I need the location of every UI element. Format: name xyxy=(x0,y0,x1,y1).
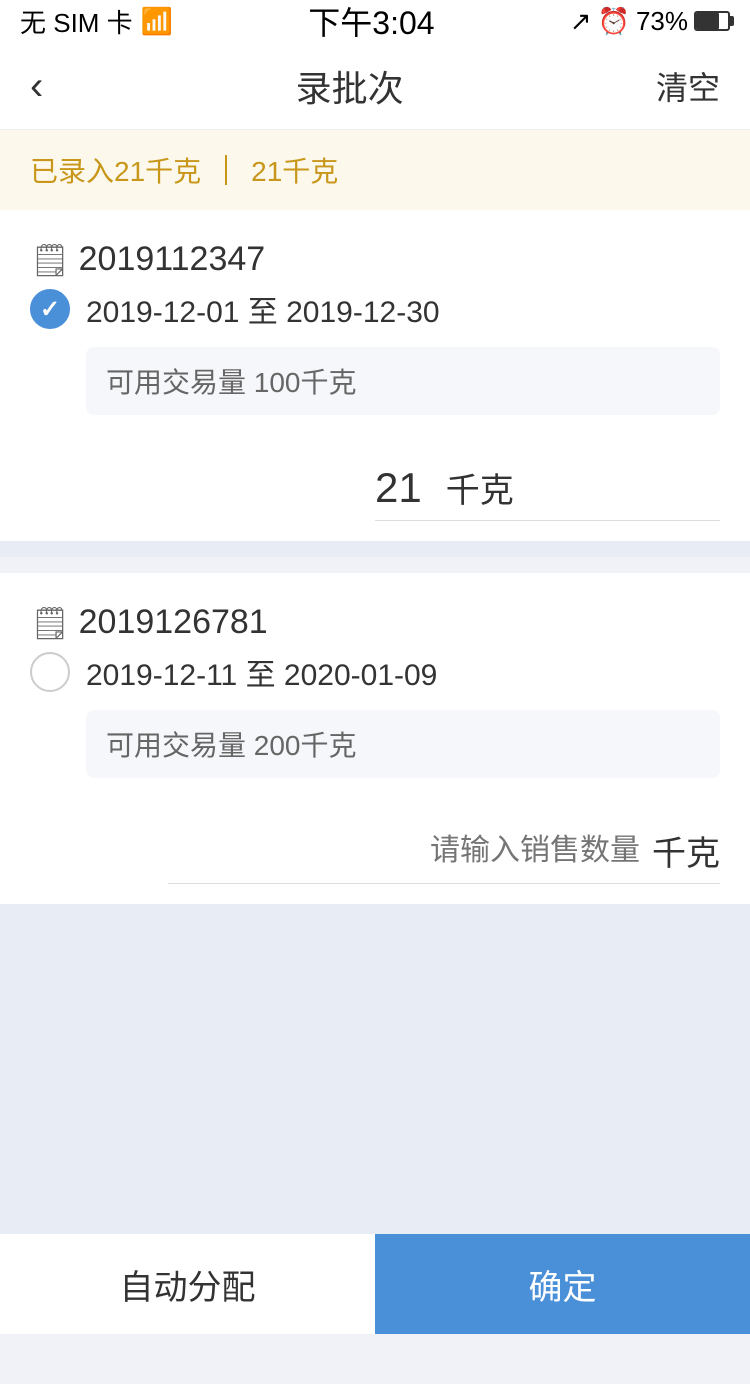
batch2-radio[interactable] xyxy=(30,652,70,692)
batch2-card: 🗒 2019126781 2019-12-11 至 2020-01-09 可用交… xyxy=(0,573,750,808)
batch1-id-row: 🗒 2019112347 xyxy=(30,240,720,279)
batch1-qty-value: 21 xyxy=(375,464,422,512)
status-bar: 无 SIM 卡 📶 下午3:04 ↗ ⏰ 73% xyxy=(0,0,750,42)
bottom-bar: 自动分配 确定 xyxy=(0,1234,750,1334)
batch2-id: 2019126781 xyxy=(79,603,268,642)
batch1-icon: 🗒 xyxy=(30,241,71,279)
batch1-date: 2019-12-01 至 2019-12-30 xyxy=(86,287,440,331)
nav-bar: ‹ 录批次 清空 xyxy=(0,42,750,130)
time-display: 下午3:04 xyxy=(308,0,434,44)
back-button[interactable]: ‹ xyxy=(30,66,43,106)
card-divider xyxy=(0,541,750,557)
batch2-icon: 🗒 xyxy=(30,604,71,642)
summary-recorded: 已录入21千克 xyxy=(30,150,201,190)
page-title: 录批次 xyxy=(296,60,404,112)
batch1-available: 可用交易量 100千克 xyxy=(86,347,720,415)
confirm-button[interactable]: 确定 xyxy=(375,1234,750,1334)
batch2-input-row: 千克 xyxy=(0,808,750,904)
batch1-card: 🗒 2019112347 2019-12-01 至 2019-12-30 可用交… xyxy=(0,210,750,445)
status-right: ↗ ⏰ 73% xyxy=(570,6,730,37)
batch1-id: 2019112347 xyxy=(79,240,266,279)
batch2-id-row: 🗒 2019126781 xyxy=(30,603,720,642)
batch1-radio[interactable] xyxy=(30,289,70,329)
battery-text: 73% xyxy=(636,6,688,37)
batch2-qty-unit: 千克 xyxy=(652,826,720,875)
batch2-qty-input[interactable] xyxy=(168,834,640,868)
batch2-date-row[interactable]: 2019-12-11 至 2020-01-09 xyxy=(30,650,720,694)
auto-distribute-button[interactable]: 自动分配 xyxy=(0,1234,375,1334)
location-icon: ↗ xyxy=(570,6,592,37)
empty-area xyxy=(0,904,750,1284)
no-sim-text: 无 SIM 卡 xyxy=(20,3,133,40)
summary-divider xyxy=(225,155,227,185)
batch2-date: 2019-12-11 至 2020-01-09 xyxy=(86,650,437,694)
batch1-date-row[interactable]: 2019-12-01 至 2019-12-30 xyxy=(30,287,720,331)
batch1-qty-row: 21 千克 xyxy=(0,445,750,541)
clear-button[interactable]: 清空 xyxy=(656,63,720,109)
summary-total: 21千克 xyxy=(251,150,338,190)
alarm-icon: ⏰ xyxy=(598,6,630,37)
batch1-qty-unit: 千克 xyxy=(446,463,514,512)
battery-icon xyxy=(694,11,730,31)
summary-bar: 已录入21千克 21千克 xyxy=(0,130,750,210)
wifi-icon: 📶 xyxy=(141,6,173,37)
batch2-available: 可用交易量 200千克 xyxy=(86,710,720,778)
status-left: 无 SIM 卡 📶 xyxy=(20,3,173,40)
